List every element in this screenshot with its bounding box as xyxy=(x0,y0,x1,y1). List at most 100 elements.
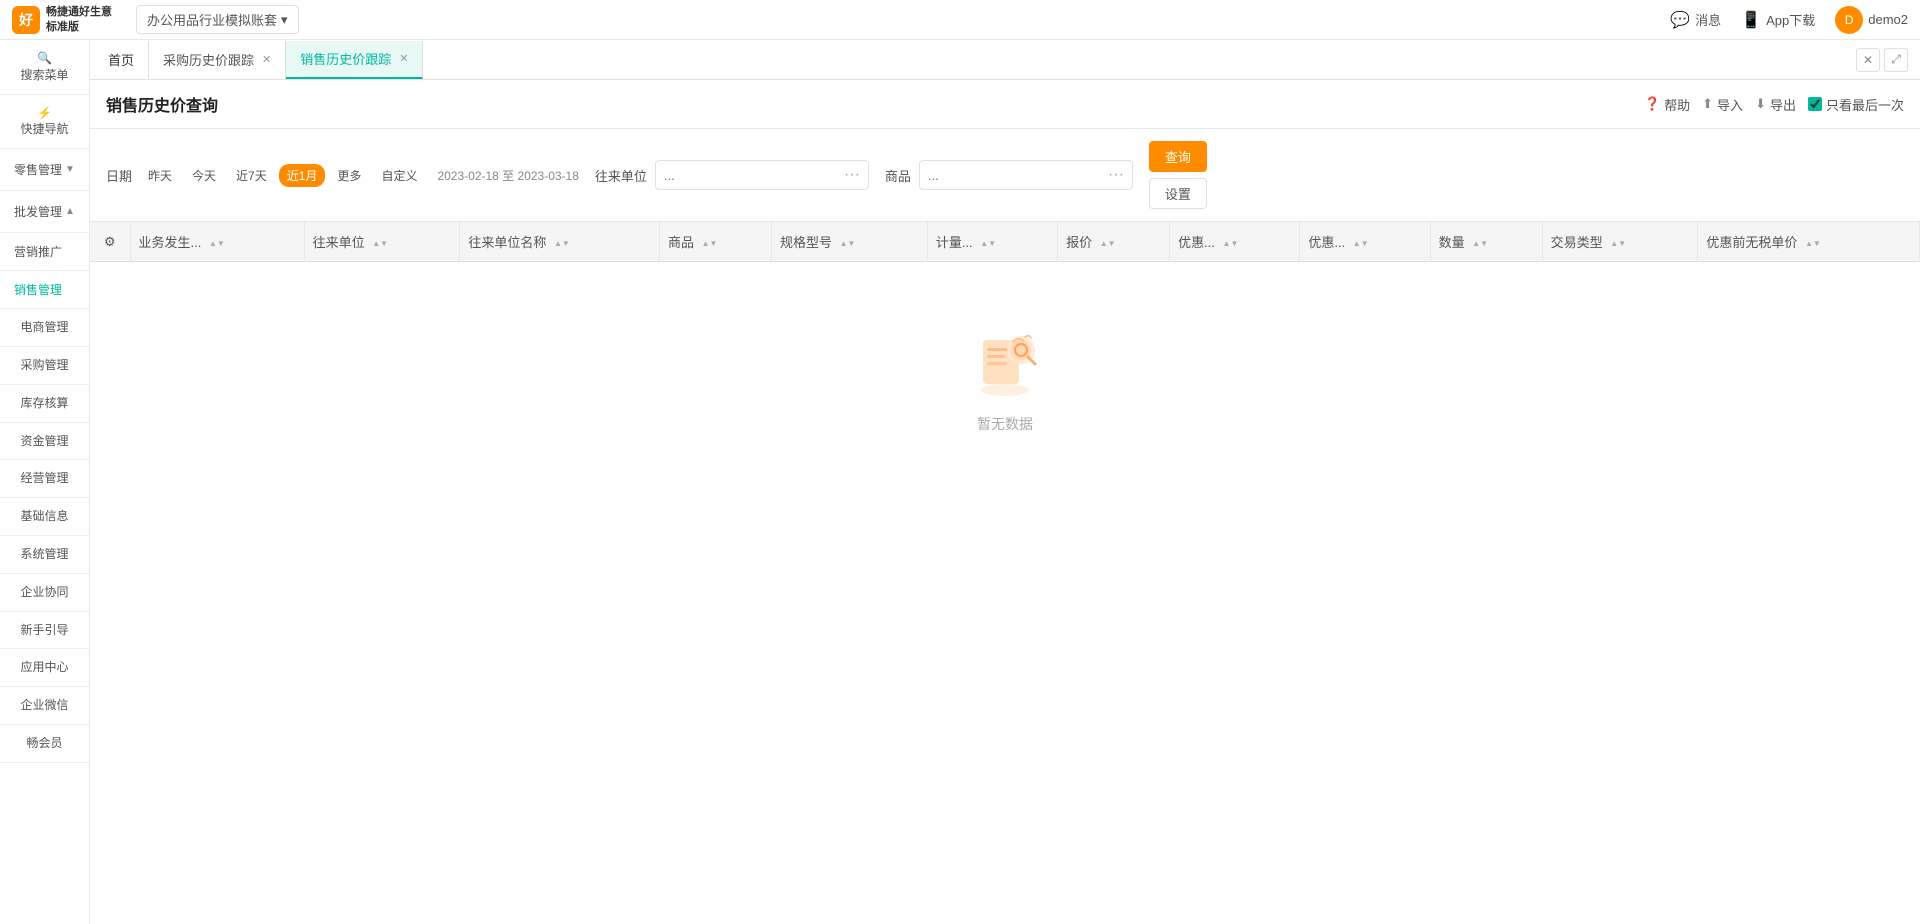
date-tab-custom[interactable]: 自定义 xyxy=(373,164,425,187)
th-discount1[interactable]: 优惠... ▲▼ xyxy=(1170,222,1300,262)
logo-area: 好 畅捷通好生意 标准版 xyxy=(12,5,112,34)
gear-icon: ⚙ xyxy=(104,234,116,250)
search-icon: 🔍 xyxy=(37,50,52,67)
app-selector[interactable]: 办公用品行业模拟账套 ▾ xyxy=(136,5,299,34)
empty-text: 暂无数据 xyxy=(977,414,1033,434)
date-tabs: 昨天 今天 近7天 近1月 更多 自定义 xyxy=(140,164,425,187)
sidebar-item-wholesale[interactable]: 批发管理 ▲ xyxy=(0,191,89,233)
product-label: 商品 xyxy=(885,166,911,185)
page-title: 销售历史价查询 xyxy=(106,92,218,116)
sidebar-item-operations[interactable]: 经营管理 xyxy=(0,460,89,498)
header-left: 好 畅捷通好生意 标准版 办公用品行业模拟账套 ▾ xyxy=(12,5,299,34)
date-tab-1month[interactable]: 近1月 xyxy=(279,164,326,187)
date-tab-today[interactable]: 今天 xyxy=(184,164,224,187)
sidebar-item-wechat[interactable]: 企业微信 xyxy=(0,687,89,725)
content-area: 首页 采购历史价跟踪 ✕ 销售历史价跟踪 ✕ ✕ ⤢ 销售历史价查询 xyxy=(90,40,1920,924)
th-trade-type[interactable]: 交易类型 ▲▼ xyxy=(1542,222,1698,262)
logo-icon: 好 xyxy=(12,6,40,34)
sort-arrows-partner-name: ▲▼ xyxy=(554,240,570,248)
message-button[interactable]: 💬 消息 xyxy=(1670,10,1721,30)
sidebar: 🔍 搜索菜单 ⚡ 快捷导航 零售管理 ▼ 批发管理 ▲ 营销推广 销售管理 电商… xyxy=(0,40,90,924)
filter-area: 日期 昨天 今天 近7天 近1月 更多 自定义 2023-02-18 至 202… xyxy=(90,129,1920,222)
user-menu[interactable]: D demo2 xyxy=(1835,6,1908,34)
th-unit[interactable]: 计量... ▲▼ xyxy=(927,222,1057,262)
th-discount2[interactable]: 优惠... ▲▼ xyxy=(1300,222,1430,262)
download-icon: 📱 xyxy=(1741,10,1761,30)
sidebar-item-apps[interactable]: 应用中心 xyxy=(0,649,89,687)
chevron-up-icon: ▲ xyxy=(65,206,75,217)
date-tab-last7days[interactable]: 近7天 xyxy=(228,164,275,187)
th-pretax-price[interactable]: 优惠前无税单价 ▲▼ xyxy=(1698,222,1920,262)
download-label: App下载 xyxy=(1766,10,1815,29)
message-icon: 💬 xyxy=(1670,10,1690,30)
sort-arrows-biz-date: ▲▼ xyxy=(209,240,225,248)
maximize-button[interactable]: ⤢ xyxy=(1884,48,1908,72)
date-filter-group: 日期 昨天 今天 近7天 近1月 更多 自定义 2023-02-18 至 202… xyxy=(106,164,579,187)
th-quote[interactable]: 报价 ▲▼ xyxy=(1058,222,1170,262)
sidebar-item-basic-info[interactable]: 基础信息 xyxy=(0,498,89,536)
sort-arrows-discount1: ▲▼ xyxy=(1223,240,1239,248)
sidebar-item-shortcuts[interactable]: ⚡ 快捷导航 xyxy=(0,95,89,150)
th-biz-date[interactable]: 业务发生... ▲▼ xyxy=(130,222,304,262)
sort-arrows-quote: ▲▼ xyxy=(1100,240,1116,248)
date-tab-yesterday[interactable]: 昨天 xyxy=(140,164,180,187)
avatar: D xyxy=(1835,6,1863,34)
export-button[interactable]: ⬇ 导出 xyxy=(1755,95,1796,114)
sidebar-item-inventory[interactable]: 库存核算 xyxy=(0,385,89,423)
th-partner-code[interactable]: 往来单位 ▲▼ xyxy=(304,222,460,262)
th-qty[interactable]: 数量 ▲▼ xyxy=(1430,222,1542,262)
sidebar-item-search[interactable]: 🔍 搜索菜单 xyxy=(0,40,89,95)
sidebar-item-newbie[interactable]: 新手引导 xyxy=(0,612,89,650)
close-sales-tab-icon[interactable]: ✕ xyxy=(399,52,408,65)
product-ellipsis: ··· xyxy=(1108,166,1124,184)
sidebar-item-enterprise[interactable]: 企业协同 xyxy=(0,574,89,612)
sidebar-item-ecommerce[interactable]: 电商管理 xyxy=(0,309,89,347)
product-filter-group: 商品 ··· xyxy=(885,160,1133,190)
close-purchase-tab-icon[interactable]: ✕ xyxy=(262,53,271,66)
export-icon: ⬇ xyxy=(1755,96,1766,112)
tab-sales-history[interactable]: 销售历史价跟踪 ✕ xyxy=(286,41,423,79)
th-gear[interactable]: ⚙ xyxy=(90,222,130,262)
sidebar-item-sales-mgmt[interactable]: 销售管理 xyxy=(0,271,89,309)
close-all-tabs-button[interactable]: ✕ xyxy=(1856,48,1880,72)
th-product[interactable]: 商品 ▲▼ xyxy=(660,222,772,262)
partner-input[interactable] xyxy=(664,168,840,183)
tab-purchase-history[interactable]: 采购历史价跟踪 ✕ xyxy=(149,41,286,79)
inner-content: 销售历史价查询 ❓ 帮助 ⬆ 导入 ⬇ 导出 xyxy=(90,80,1920,924)
sort-arrows-discount2: ▲▼ xyxy=(1353,240,1369,248)
partner-ellipsis: ··· xyxy=(844,166,860,184)
date-range-text: 2023-02-18 至 2023-03-18 xyxy=(437,167,578,184)
th-spec[interactable]: 规格型号 ▲▼ xyxy=(772,222,928,262)
app-selector-label: 办公用品行业模拟账套 xyxy=(147,10,277,29)
sidebar-item-purchase[interactable]: 采购管理 xyxy=(0,347,89,385)
tab-home[interactable]: 首页 xyxy=(94,41,149,79)
help-icon: ❓ xyxy=(1644,96,1660,112)
filter-row: 日期 昨天 今天 近7天 近1月 更多 自定义 2023-02-18 至 202… xyxy=(106,141,1904,209)
settings-button[interactable]: 设置 xyxy=(1149,178,1207,209)
download-button[interactable]: 📱 App下载 xyxy=(1741,10,1815,30)
sort-arrows-pretax-price: ▲▼ xyxy=(1805,240,1821,248)
partner-input-wrapper[interactable]: ··· xyxy=(655,160,869,190)
sidebar-item-retail[interactable]: 零售管理 ▼ xyxy=(0,149,89,191)
sidebar-item-system[interactable]: 系统管理 xyxy=(0,536,89,574)
sidebar-item-vip[interactable]: 畅会员 xyxy=(0,725,89,763)
message-label: 消息 xyxy=(1695,10,1721,29)
import-button[interactable]: ⬆ 导入 xyxy=(1702,95,1743,114)
th-partner-name[interactable]: 往来单位名称 ▲▼ xyxy=(460,222,660,262)
query-button[interactable]: 查询 xyxy=(1149,141,1207,172)
date-tab-more[interactable]: 更多 xyxy=(329,164,369,187)
table-header: ⚙ 业务发生... ▲▼ 往来单位 ▲▼ xyxy=(90,222,1920,262)
title-actions: ❓ 帮助 ⬆ 导入 ⬇ 导出 只看最后一次 xyxy=(1644,95,1904,114)
tab-sales-label: 销售历史价跟踪 xyxy=(300,49,391,68)
sidebar-item-marketing[interactable]: 营销推广 xyxy=(0,233,89,271)
product-input-wrapper[interactable]: ··· xyxy=(919,160,1133,190)
only-last-checkbox-input[interactable] xyxy=(1808,97,1822,111)
sidebar-item-finance[interactable]: 资金管理 xyxy=(0,423,89,461)
only-last-checkbox[interactable]: 只看最后一次 xyxy=(1808,95,1904,114)
table-area: ⚙ 业务发生... ▲▼ 往来单位 ▲▼ xyxy=(90,222,1920,924)
tab-purchase-label: 采购历史价跟踪 xyxy=(163,50,254,69)
sort-arrows-trade-type: ▲▼ xyxy=(1610,240,1626,248)
sort-arrows-product: ▲▼ xyxy=(702,240,718,248)
help-button[interactable]: ❓ 帮助 xyxy=(1644,95,1690,114)
product-input[interactable] xyxy=(928,168,1104,183)
